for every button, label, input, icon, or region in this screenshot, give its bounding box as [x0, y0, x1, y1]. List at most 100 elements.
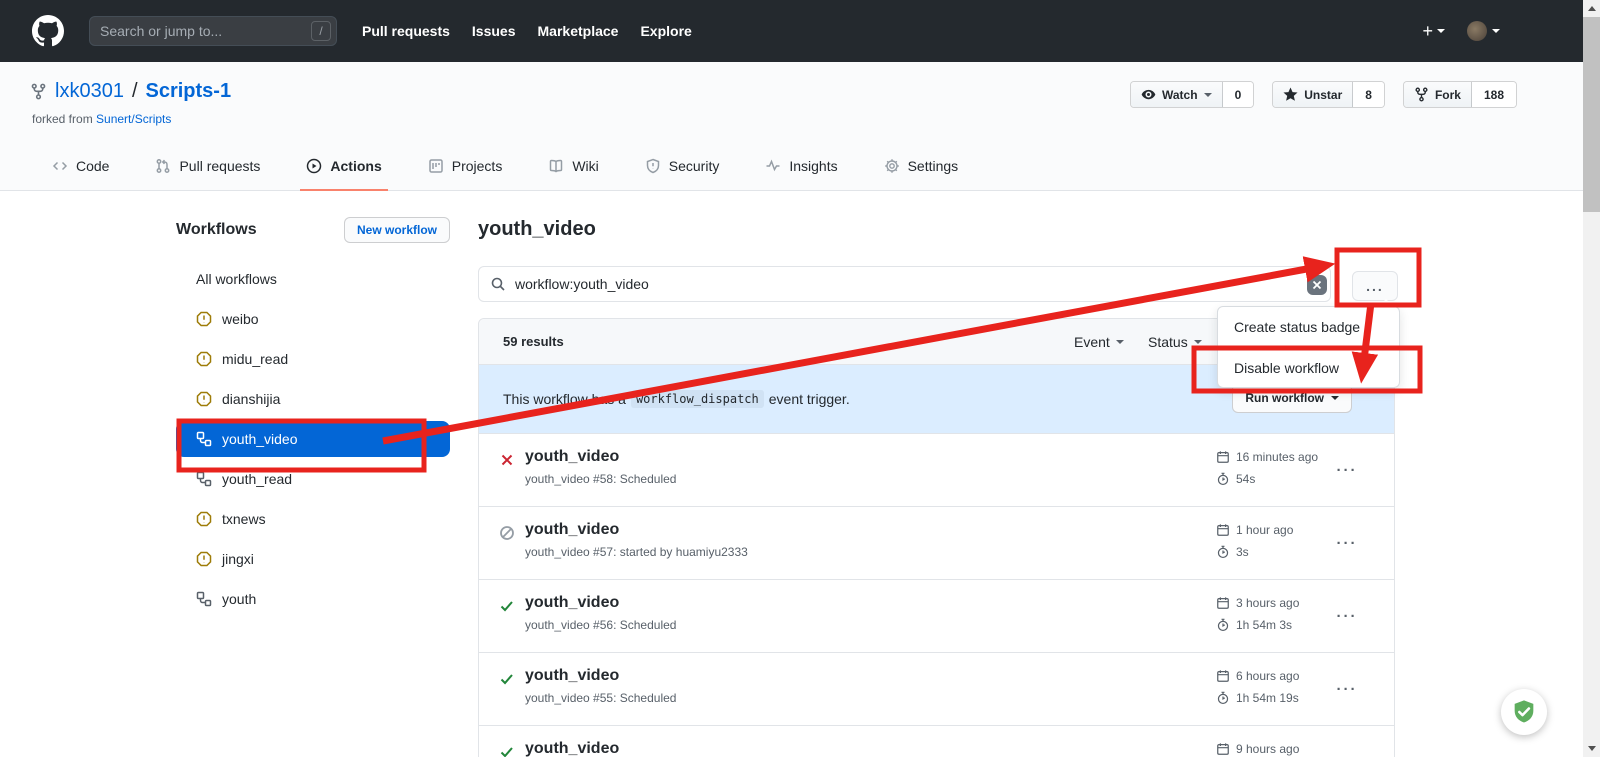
scrollbar-thumb[interactable]: [1583, 17, 1600, 212]
run-duration: 1h 54m 19s: [1236, 691, 1299, 705]
fork-label: Fork: [1435, 88, 1461, 102]
tab-insights[interactable]: Insights: [759, 142, 843, 191]
watch-count[interactable]: 0: [1223, 82, 1254, 107]
run-options-kebab-button[interactable]: ···: [1332, 458, 1362, 482]
repo-tabs: Code Pull requests Actions Projects Wiki…: [46, 142, 964, 191]
check-success-icon: [499, 598, 515, 614]
run-options-kebab-button[interactable]: ···: [1332, 604, 1362, 628]
status-filter-dropdown[interactable]: Status: [1148, 334, 1202, 350]
header-search-input[interactable]: [89, 16, 337, 46]
calendar-icon: [1216, 450, 1230, 464]
header-right: +: [1422, 21, 1500, 42]
nav-issues[interactable]: Issues: [472, 23, 516, 39]
watch-button[interactable]: Watch: [1131, 82, 1223, 107]
tab-code[interactable]: Code: [46, 142, 115, 191]
check-success-icon: [499, 744, 515, 757]
run-meta: 1 hour ago 3s: [1216, 522, 1346, 566]
tab-label: Code: [76, 158, 109, 174]
forked-from-link[interactable]: Sunert/Scripts: [96, 112, 171, 126]
clear-filter-button[interactable]: [1307, 275, 1327, 295]
run-meta: 6 hours ago 1h 54m 19s: [1216, 668, 1346, 712]
github-logo-icon[interactable]: [32, 15, 64, 47]
nav-pull-requests[interactable]: Pull requests: [362, 23, 450, 39]
nav-marketplace[interactable]: Marketplace: [538, 23, 619, 39]
star-count[interactable]: 8: [1353, 82, 1384, 107]
adguard-shield-button[interactable]: [1501, 689, 1547, 735]
create-new-dropdown[interactable]: +: [1422, 21, 1445, 42]
header-nav: Pull requests Issues Marketplace Explore: [362, 23, 692, 39]
runs-filter-input[interactable]: [478, 266, 1331, 302]
avatar: [1467, 21, 1487, 41]
chevron-down-icon: [1437, 29, 1445, 33]
fork-count[interactable]: 188: [1472, 82, 1516, 107]
run-time: 9 hours ago: [1236, 742, 1299, 756]
run-title-link[interactable]: youth_video: [525, 740, 619, 757]
unstar-label: Unstar: [1304, 88, 1342, 102]
run-row: youth_video youth_video #55: Scheduled 6…: [479, 652, 1394, 725]
sidebar-item-weibo[interactable]: weibo: [176, 299, 450, 339]
repo-name-link[interactable]: Scripts-1: [146, 80, 232, 103]
tab-security[interactable]: Security: [639, 142, 726, 191]
run-duration: 1h 54m 3s: [1236, 618, 1292, 632]
workflow-options-kebab-button[interactable]: ...: [1352, 271, 1398, 301]
run-duration: 3s: [1236, 545, 1249, 559]
fork-icon: [1414, 87, 1429, 102]
sidebar-item-all-workflows[interactable]: All workflows: [176, 259, 450, 299]
fork-button[interactable]: Fork: [1404, 82, 1472, 107]
run-title-link[interactable]: youth_video: [525, 521, 619, 539]
scrollbar-down-arrow[interactable]: [1583, 740, 1600, 757]
top-header: / Pull requests Issues Marketplace Explo…: [0, 0, 1600, 62]
sidebar-item-txnews[interactable]: txnews: [176, 499, 450, 539]
x-failed-icon: [499, 452, 515, 468]
run-options-kebab-button[interactable]: ···: [1332, 677, 1362, 701]
run-title-link[interactable]: youth_video: [525, 667, 619, 685]
tab-label: Insights: [789, 158, 837, 174]
stopwatch-icon: [1216, 618, 1230, 632]
run-options-kebab-button[interactable]: ···: [1332, 750, 1362, 757]
stopwatch-icon: [1216, 472, 1230, 486]
page-scrollbar[interactable]: [1583, 0, 1600, 757]
run-duration: 54s: [1236, 472, 1255, 486]
star-icon: [1283, 87, 1298, 102]
unstar-button[interactable]: Unstar: [1273, 82, 1353, 107]
run-meta: 16 minutes ago 54s: [1216, 449, 1346, 493]
run-title-link[interactable]: youth_video: [525, 594, 619, 612]
tab-actions[interactable]: Actions: [300, 142, 387, 191]
sidebar-item-youth-video[interactable]: youth_video: [176, 421, 450, 457]
close-icon: [1312, 280, 1322, 290]
tab-wiki[interactable]: Wiki: [542, 142, 604, 191]
run-meta: 3 hours ago 1h 54m 3s: [1216, 595, 1346, 639]
sidebar-item-dianshijia[interactable]: dianshijia: [176, 379, 450, 419]
sidebar-item-youth-read[interactable]: youth_read: [176, 459, 450, 499]
scrollbar-up-arrow[interactable]: [1583, 0, 1600, 17]
run-time: 6 hours ago: [1236, 669, 1299, 683]
event-filter-dropdown[interactable]: Event: [1074, 334, 1124, 350]
project-icon: [428, 158, 444, 174]
tab-settings[interactable]: Settings: [878, 142, 965, 191]
workflow-icon: [196, 431, 212, 447]
sidebar-item-youth[interactable]: youth: [176, 579, 450, 619]
nav-explore[interactable]: Explore: [640, 23, 691, 39]
run-title-link[interactable]: youth_video: [525, 448, 619, 466]
menu-item-disable-workflow[interactable]: Disable workflow: [1218, 347, 1399, 387]
chevron-down-icon: [1194, 340, 1202, 344]
fork-button-group: Fork 188: [1403, 81, 1517, 108]
tab-label: Wiki: [572, 158, 598, 174]
repo-owner-link[interactable]: lxk0301: [55, 80, 124, 103]
calendar-icon: [1216, 669, 1230, 683]
graph-icon: [765, 158, 781, 174]
tab-pull-requests[interactable]: Pull requests: [149, 142, 266, 191]
repo-title: lxk0301 / Scripts-1: [30, 80, 231, 103]
run-options-kebab-button[interactable]: ···: [1332, 531, 1362, 555]
sidebar-item-midu-read[interactable]: midu_read: [176, 339, 450, 379]
workflow-label: weibo: [222, 311, 259, 327]
tab-label: Pull requests: [179, 158, 260, 174]
run-time: 16 minutes ago: [1236, 450, 1318, 464]
tab-projects[interactable]: Projects: [422, 142, 509, 191]
new-workflow-button[interactable]: New workflow: [344, 217, 450, 243]
menu-item-create-status-badge[interactable]: Create status badge: [1218, 307, 1399, 347]
user-menu[interactable]: [1467, 21, 1500, 41]
run-time: 1 hour ago: [1236, 523, 1293, 537]
forked-from-label: forked from: [32, 112, 93, 126]
sidebar-item-jingxi[interactable]: jingxi: [176, 539, 450, 579]
